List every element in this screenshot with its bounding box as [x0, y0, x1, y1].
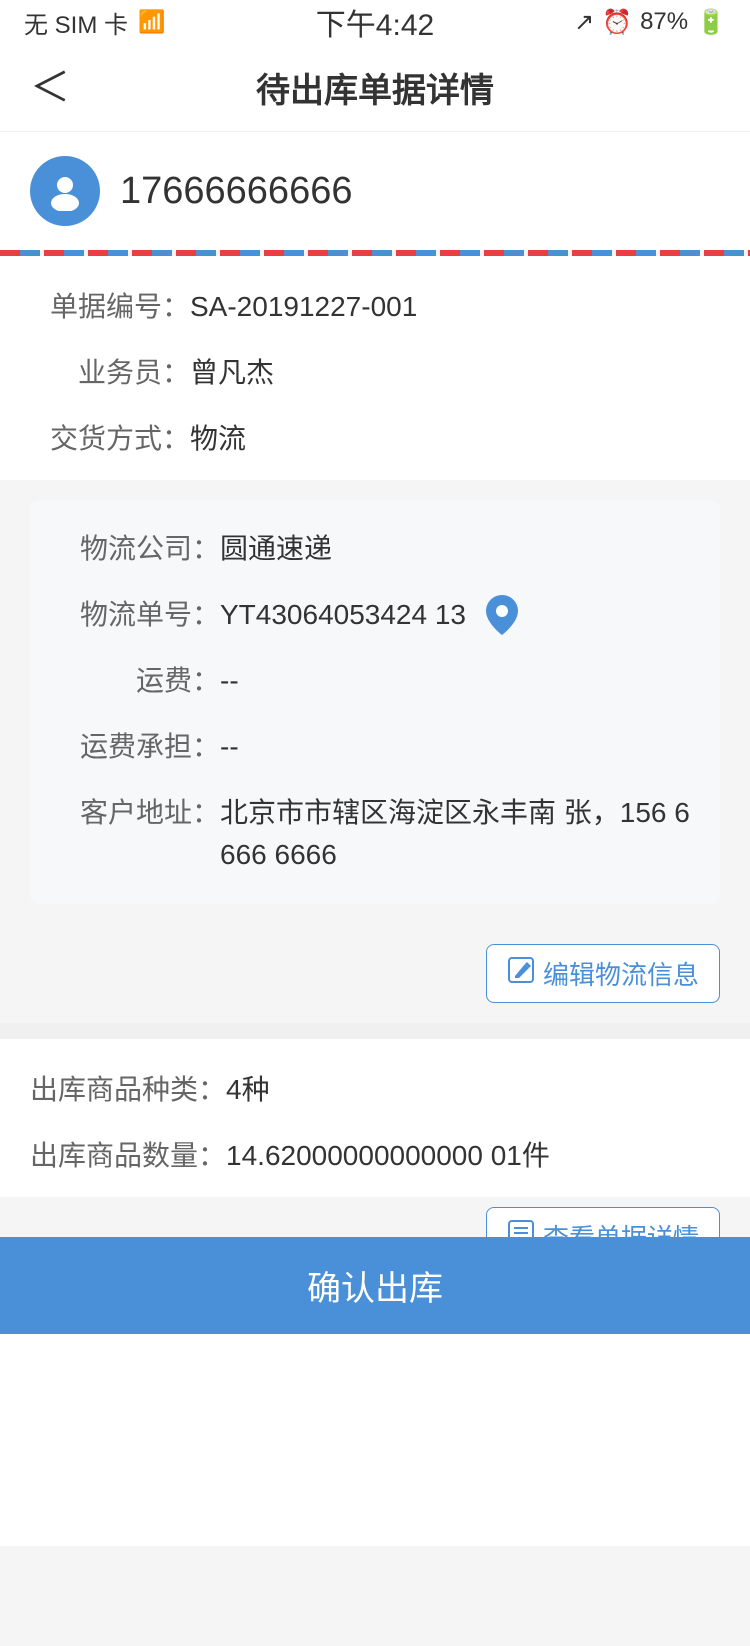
goods-type-value: 4种 — [226, 1069, 720, 1111]
location-icon: ↗ — [574, 8, 594, 37]
delivery-label: 交货方式： — [30, 418, 190, 460]
freight-label: 运费： — [60, 660, 220, 702]
carrier-label: 无 SIM 卡 — [24, 5, 128, 40]
goods-type-row: 出库商品种类： 4种 — [30, 1069, 720, 1111]
section-separator — [0, 1023, 750, 1039]
logistics-tracking-row: 物流单号： YT43064053424 13 — [60, 594, 690, 636]
salesperson-value: 曾凡杰 — [190, 352, 720, 394]
back-button[interactable]: ＜ — [30, 68, 70, 108]
freight-bear-label: 运费承担： — [60, 726, 220, 768]
page-title: 待出库单据详情 — [256, 63, 494, 112]
battery-icon: 🔋 — [696, 8, 726, 37]
status-bar: 无 SIM 卡 📶 下午4:42 ↗ ⏰ 87% 🔋 — [0, 0, 750, 44]
salesperson-label: 业务员： — [30, 352, 190, 394]
freight-row: 运费： -- — [60, 660, 690, 702]
confirm-button[interactable]: 确认出库 — [30, 1261, 720, 1310]
document-info-section: 单据编号： SA-20191227-001 业务员： 曾凡杰 交货方式： 物流 — [0, 256, 750, 480]
freight-bear-row: 运费承担： -- — [60, 726, 690, 768]
edit-logistics-button[interactable]: 编辑物流信息 — [486, 944, 720, 1003]
alarm-icon: ⏰ — [602, 8, 632, 37]
logistics-tracking-value: YT43064053424 13 — [220, 594, 466, 636]
status-left: 无 SIM 卡 📶 — [24, 5, 165, 40]
goods-type-label: 出库商品种类： — [30, 1069, 226, 1111]
document-number-label: 单据编号： — [30, 286, 190, 328]
logistics-company-value: 圆通速递 — [220, 528, 690, 570]
logistics-section: 物流公司： 圆通速递 物流单号： YT43064053424 13 运费： --… — [30, 500, 720, 904]
nav-bar: ＜ 待出库单据详情 — [0, 44, 750, 132]
document-number-row: 单据编号： SA-20191227-001 — [30, 286, 720, 328]
goods-quantity-label: 出库商品数量： — [30, 1135, 226, 1177]
avatar — [30, 156, 100, 226]
logistics-company-row: 物流公司： 圆通速递 — [60, 528, 690, 570]
address-row: 客户地址： 北京市市辖区海淀区永丰南 张，156 6666 6666 — [60, 792, 690, 876]
location-icon[interactable] — [482, 595, 522, 635]
wifi-icon: 📶 — [138, 9, 165, 35]
document-number-value: SA-20191227-001 — [190, 286, 720, 328]
confirm-btn-container: 确认出库 — [0, 1237, 750, 1334]
battery-label: 87% — [640, 8, 688, 36]
edit-logistics-btn-row: 编辑物流信息 — [0, 924, 750, 1023]
customer-header: 17666666666 — [0, 132, 750, 250]
goods-section: 出库商品种类： 4种 出库商品数量： 14.62000000000000 01件 — [0, 1039, 750, 1197]
freight-bear-value: -- — [220, 726, 690, 768]
freight-value: -- — [220, 660, 690, 702]
delivery-row: 交货方式： 物流 — [30, 418, 720, 460]
customer-phone: 17666666666 — [120, 170, 352, 213]
address-label: 客户地址： — [60, 792, 220, 834]
edit-icon — [507, 956, 535, 991]
goods-quantity-row: 出库商品数量： 14.62000000000000 01件 — [30, 1135, 720, 1177]
delivery-value: 物流 — [190, 418, 720, 460]
logistics-company-label: 物流公司： — [60, 528, 220, 570]
address-value: 北京市市辖区海淀区永丰南 张，156 6666 6666 — [220, 792, 690, 876]
logistics-tracking-label: 物流单号： — [60, 594, 220, 636]
status-time: 下午4:42 — [316, 0, 434, 44]
status-right: ↗ ⏰ 87% 🔋 — [574, 8, 726, 37]
goods-quantity-value: 14.62000000000000 01件 — [226, 1135, 720, 1177]
salesperson-row: 业务员： 曾凡杰 — [30, 352, 720, 394]
logistics-tracking-value-container: YT43064053424 13 — [220, 594, 690, 636]
edit-logistics-label: 编辑物流信息 — [543, 955, 699, 992]
